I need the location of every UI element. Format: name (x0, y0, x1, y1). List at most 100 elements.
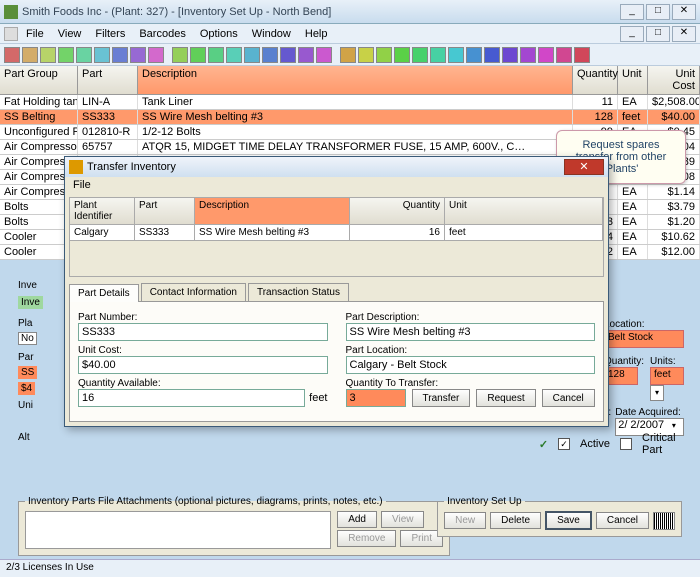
dcol-plant[interactable]: Plant Identifier (70, 198, 135, 224)
close-button[interactable]: ✕ (672, 4, 696, 20)
toolbar-btn-28[interactable] (520, 47, 536, 63)
units-dropdown[interactable]: ▾ (650, 385, 664, 401)
toolbar-btn-13[interactable] (244, 47, 260, 63)
toolbar-btn-19[interactable] (358, 47, 374, 63)
toolbar-btn-17[interactable] (316, 47, 332, 63)
menu-help[interactable]: Help (299, 26, 334, 42)
col-partgroup[interactable]: Part Group (0, 66, 78, 94)
col-unit[interactable]: Unit (618, 66, 648, 94)
grid-row[interactable]: SS BeltingSS333SS Wire Mesh belting #312… (0, 110, 700, 125)
attach-add-button[interactable]: Add (337, 511, 377, 528)
barcode-icon[interactable] (653, 512, 675, 530)
toolbar-btn-16[interactable] (298, 47, 314, 63)
dialog-grid: Plant Identifier Part Description Quanti… (69, 197, 604, 277)
pl-input[interactable] (346, 356, 596, 374)
menu-view[interactable]: View (52, 26, 88, 42)
toolbar-btn-2[interactable] (40, 47, 56, 63)
toolbar-btn-10[interactable] (190, 47, 206, 63)
tab-part-details[interactable]: Part Details (69, 284, 139, 302)
attach-remove-button[interactable]: Remove (337, 530, 396, 547)
attachments-legend: Inventory Parts File Attachments (option… (25, 496, 386, 507)
invset-legend: Inventory Set Up (444, 496, 524, 507)
menu-window[interactable]: Window (246, 26, 297, 42)
toolbar-btn-12[interactable] (226, 47, 242, 63)
minimize-button[interactable]: _ (620, 4, 644, 20)
col-part[interactable]: Part (78, 66, 138, 94)
menu-filters[interactable]: Filters (89, 26, 131, 42)
maximize-button[interactable]: □ (646, 4, 670, 20)
toolbar-btn-5[interactable] (94, 47, 110, 63)
inventory-setup-fieldset: Inventory Set Up New Delete Save Cancel (437, 496, 682, 537)
menu-file[interactable]: File (20, 26, 50, 42)
toolbar-btn-6[interactable] (112, 47, 128, 63)
units-value[interactable]: feet (650, 367, 684, 385)
active-checkbox[interactable]: ✓ (558, 438, 570, 450)
quantity-value[interactable]: 128 (604, 367, 638, 385)
toolbar-btn-1[interactable] (22, 47, 38, 63)
col-quantity[interactable]: Quantity (573, 66, 618, 94)
menu-options[interactable]: Options (194, 26, 244, 42)
transfer-button[interactable]: Transfer (412, 389, 471, 407)
menu-barcodes[interactable]: Barcodes (133, 26, 191, 42)
dialog-menu-file[interactable]: File (73, 179, 91, 191)
dialog-close-button[interactable]: ✕ (564, 159, 604, 175)
dcol-unit[interactable]: Unit (445, 198, 603, 224)
qa-input[interactable] (78, 389, 305, 407)
tab-transaction-status[interactable]: Transaction Status (248, 283, 349, 301)
toolbar-btn-29[interactable] (538, 47, 554, 63)
qa-label: Quantity Available: (78, 378, 328, 389)
toolbar-btn-3[interactable] (58, 47, 74, 63)
toolbar-btn-26[interactable] (484, 47, 500, 63)
toolbar-btn-30[interactable] (556, 47, 572, 63)
toolbar-btn-0[interactable] (4, 47, 20, 63)
invset-save-button[interactable]: Save (545, 511, 592, 530)
attach-view-button[interactable]: View (381, 511, 425, 528)
toolbar-btn-11[interactable] (208, 47, 224, 63)
toolbar-btn-21[interactable] (394, 47, 410, 63)
invset-cancel-button[interactable]: Cancel (596, 512, 649, 529)
dialog-row[interactable]: Calgary SS333 SS Wire Mesh belting #3 16… (69, 225, 604, 241)
cancel-button[interactable]: Cancel (542, 389, 595, 407)
attachments-list[interactable] (25, 511, 331, 549)
toolbar-btn-18[interactable] (340, 47, 356, 63)
qa-unit: feet (309, 392, 327, 404)
toolbar-btn-31[interactable] (574, 47, 590, 63)
toolbar-btn-8[interactable] (148, 47, 164, 63)
mdi-max-button[interactable]: □ (646, 26, 670, 42)
toolbar-btn-22[interactable] (412, 47, 428, 63)
col-description[interactable]: Description (138, 66, 573, 94)
toolbar-btn-25[interactable] (466, 47, 482, 63)
qt-input[interactable] (346, 389, 406, 407)
toolbar-btn-15[interactable] (280, 47, 296, 63)
pd-input[interactable] (346, 323, 596, 341)
toolbar-btn-4[interactable] (76, 47, 92, 63)
dialog-title: Transfer Inventory (83, 161, 564, 173)
dcol-qty[interactable]: Quantity (350, 198, 445, 224)
dcol-part[interactable]: Part (135, 198, 195, 224)
window-title: Smith Foods Inc - (Plant: 327) - [Invent… (22, 6, 620, 18)
toolbar-btn-23[interactable] (430, 47, 446, 63)
pn-input[interactable] (78, 323, 328, 341)
units-label: Units: (650, 356, 684, 367)
mdi-min-button[interactable]: _ (620, 26, 644, 42)
tab-contact-info[interactable]: Contact Information (141, 283, 246, 301)
toolbar-btn-9[interactable] (172, 47, 188, 63)
toolbar-btn-14[interactable] (262, 47, 278, 63)
toolbar-btn-7[interactable] (130, 47, 146, 63)
location-value[interactable]: Belt Stock (604, 330, 684, 348)
quantity-label: Quantity: (604, 356, 644, 367)
uc-input[interactable] (78, 356, 328, 374)
col-unitcost[interactable]: Unit Cost (648, 66, 700, 94)
toolbar-btn-24[interactable] (448, 47, 464, 63)
dcol-desc[interactable]: Description (195, 198, 350, 224)
critical-checkbox[interactable] (620, 438, 632, 450)
active-label: Active (580, 438, 610, 450)
invset-new-button[interactable]: New (444, 512, 486, 529)
request-button[interactable]: Request (476, 389, 535, 407)
pn-label: Part Number: (78, 312, 328, 323)
toolbar-btn-20[interactable] (376, 47, 392, 63)
toolbar-btn-27[interactable] (502, 47, 518, 63)
grid-row[interactable]: Fat Holding tankLIN-ATank Liner11EA$2,50… (0, 95, 700, 110)
mdi-close-button[interactable]: ✕ (672, 26, 696, 42)
invset-delete-button[interactable]: Delete (490, 512, 541, 529)
